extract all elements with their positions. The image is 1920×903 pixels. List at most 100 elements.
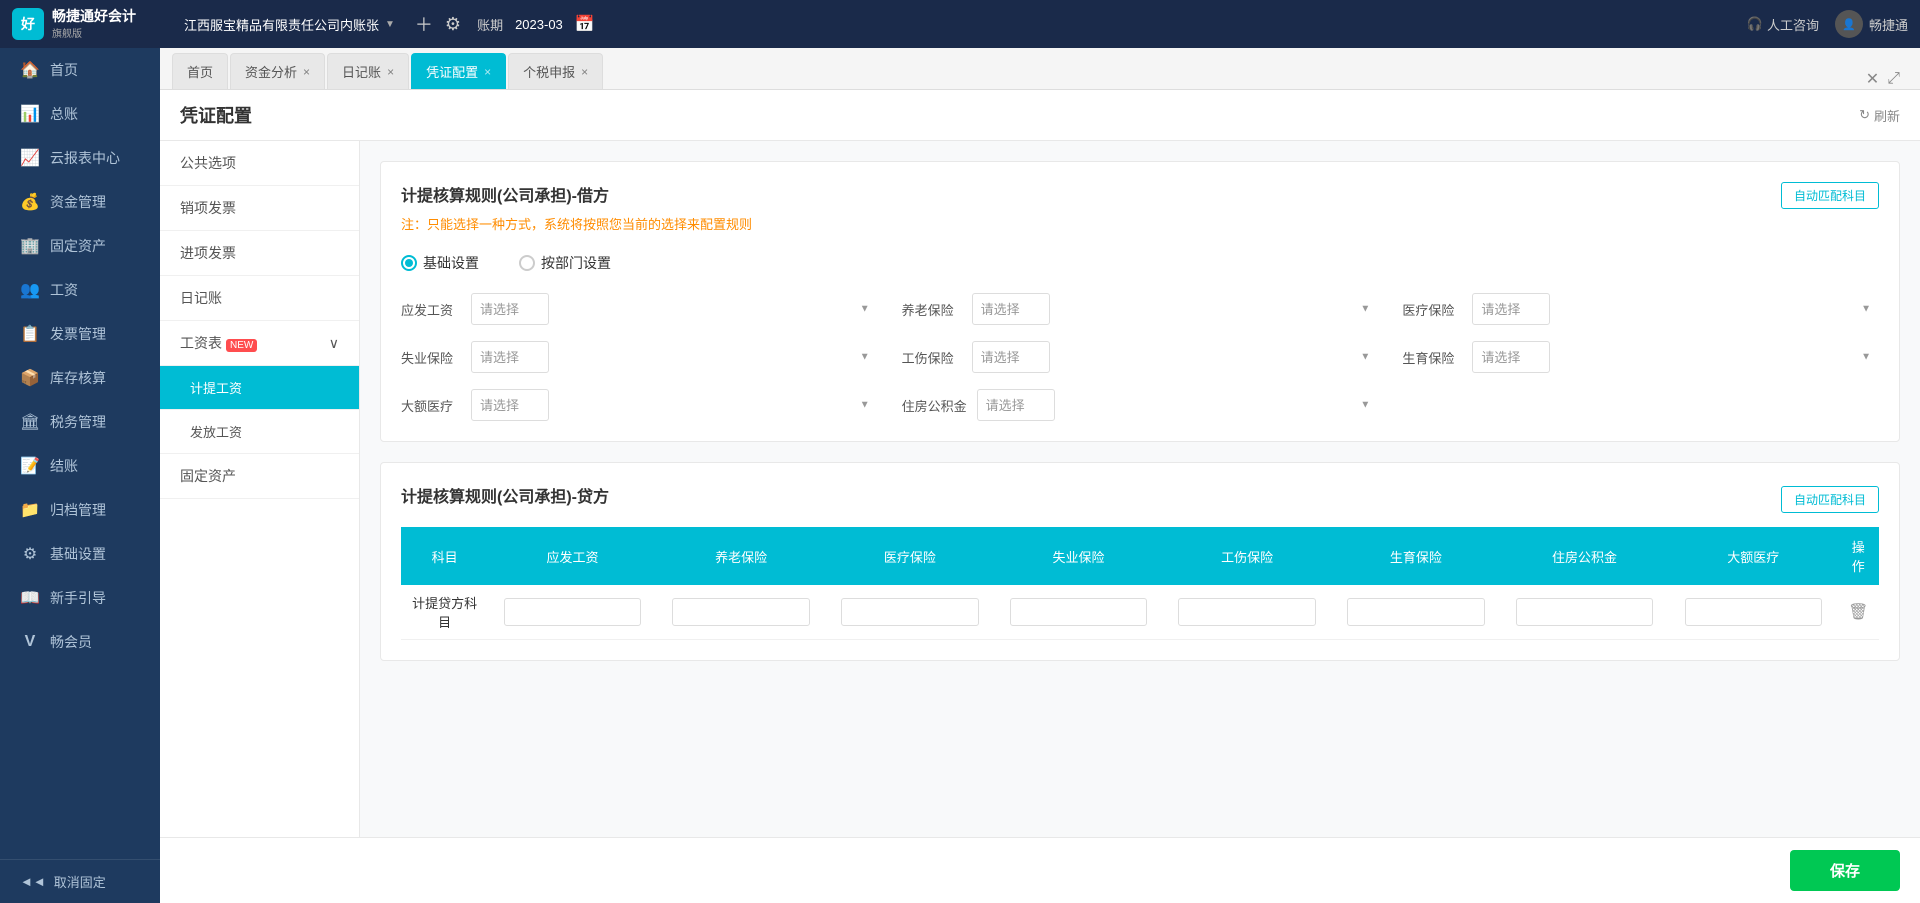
close-window-icon[interactable]: ✕	[1866, 69, 1879, 89]
select-maternity[interactable]: 请选择	[1472, 341, 1550, 373]
tax-icon: 🏛	[20, 412, 40, 432]
label-unemployment: 失业保险	[401, 348, 461, 367]
radio-basic-label: 基础设置	[423, 253, 479, 273]
label-medical: 医疗保险	[1402, 300, 1462, 319]
left-nav-public[interactable]: 公共选项	[160, 141, 359, 186]
input-large-medical[interactable]	[1685, 598, 1822, 626]
input-injury[interactable]	[1178, 598, 1315, 626]
company-chevron-icon: ▼	[385, 19, 395, 30]
td-action: 🗑	[1838, 585, 1879, 640]
sidebar-item-vip[interactable]: V 畅会员	[0, 620, 160, 664]
select-large-medical[interactable]: 请选择	[471, 389, 549, 421]
sidebar-label-reports: 云报表中心	[50, 148, 120, 168]
sidebar-item-closing[interactable]: 📝 结账	[0, 444, 160, 488]
select-housing-fund[interactable]: 请选择	[977, 389, 1055, 421]
user-area[interactable]: 👤 畅捷通	[1835, 10, 1908, 38]
tab-funds-analysis[interactable]: 资金分析 ×	[230, 53, 325, 89]
top-actions: ＋ ⚙	[415, 11, 461, 37]
sidebar-item-settings[interactable]: ⚙ 基础设置	[0, 532, 160, 576]
sidebar-item-guide[interactable]: 📖 新手引导	[0, 576, 160, 620]
left-nav-sales-invoice[interactable]: 销项发票	[160, 186, 359, 231]
left-nav-pay-salary[interactable]: 发放工资	[160, 410, 359, 454]
radio-basic[interactable]: 基础设置	[401, 253, 479, 273]
input-housing[interactable]	[1516, 598, 1653, 626]
salary-icon: 👥	[20, 280, 40, 300]
refresh-label: 刷新	[1874, 106, 1900, 125]
debit-section: 计提核算规则(公司承担)-借方 注：只能选择一种方式，系统将按照您当前的选择来配…	[380, 161, 1900, 442]
left-nav-accrue-salary[interactable]: 计提工资	[160, 366, 359, 410]
tab-journal-close-icon[interactable]: ×	[387, 65, 394, 79]
credit-auto-match-button[interactable]: 自动匹配科目	[1781, 486, 1879, 513]
sidebar-item-assets[interactable]: 🏢 固定资产	[0, 224, 160, 268]
main-layout: 🏠 首页 📊 总账 📈 云报表中心 💰 资金管理 🏢 固定资产 👥 工资 📋 发…	[0, 48, 1920, 903]
select-injury[interactable]: 请选择	[972, 341, 1050, 373]
credit-section-title: 计提核算规则(公司承担)-贷方	[401, 483, 609, 507]
sidebar-item-archive[interactable]: 📁 归档管理	[0, 488, 160, 532]
input-maternity[interactable]	[1347, 598, 1484, 626]
td-base-salary-val	[488, 585, 657, 640]
tab-journal[interactable]: 日记账 ×	[327, 53, 409, 89]
left-nav-payroll-table[interactable]: 工资表NEW ∨	[160, 321, 359, 366]
add-icon[interactable]: ＋	[415, 11, 433, 37]
left-nav-journal[interactable]: 日记账	[160, 276, 359, 321]
sidebar-item-inventory[interactable]: 📦 库存核算	[0, 356, 160, 400]
delete-row-icon[interactable]: 🗑	[1848, 604, 1868, 621]
select-unemployment[interactable]: 请选择	[471, 341, 549, 373]
tab-home[interactable]: 首页	[172, 53, 228, 89]
tab-tax-close-icon[interactable]: ×	[581, 65, 588, 79]
left-nav-fixed-assets[interactable]: 固定资产	[160, 454, 359, 499]
two-col-layout: 公共选项 销项发票 进项发票 日记账 工资表NEW ∨ 计提工资	[160, 141, 1920, 837]
ledger-icon: 📊	[20, 104, 40, 124]
cancel-fixed-label: 取消固定	[54, 872, 106, 891]
closing-icon: 📝	[20, 456, 40, 476]
sidebar-item-tax[interactable]: 🏛 税务管理	[0, 400, 160, 444]
tab-voucher-close-icon[interactable]: ×	[484, 65, 491, 79]
sidebar-label-settings: 基础设置	[50, 544, 106, 564]
input-medical[interactable]	[841, 598, 978, 626]
tab-funds-close-icon[interactable]: ×	[303, 65, 310, 79]
calendar-icon[interactable]: 📅	[575, 14, 595, 34]
service-label: 人工咨询	[1767, 15, 1819, 34]
sidebar-item-home[interactable]: 🏠 首页	[0, 48, 160, 92]
radio-department[interactable]: 按部门设置	[519, 253, 611, 273]
sidebar-item-reports[interactable]: 📈 云报表中心	[0, 136, 160, 180]
settings-icon[interactable]: ⚙	[445, 14, 461, 35]
radio-group: 基础设置 按部门设置	[401, 253, 1879, 273]
logo-sub: 旗舰版	[52, 25, 136, 40]
sidebar-item-invoices[interactable]: 📋 发票管理	[0, 312, 160, 356]
input-base-salary[interactable]	[504, 598, 641, 626]
tab-tax-report[interactable]: 个税申报 ×	[508, 53, 603, 89]
refresh-button[interactable]: ↻ 刷新	[1859, 106, 1900, 125]
select-maternity-chevron: ▼	[1861, 352, 1871, 363]
company-name: 江西服宝精品有限责任公司内账张	[184, 15, 379, 34]
form-item-base-salary: 应发工资 请选择 ▼	[401, 293, 878, 325]
table-row: 计提贷方科目 🗑	[401, 585, 1879, 640]
user-name: 畅捷通	[1869, 15, 1908, 34]
sidebar-label-closing: 结账	[50, 456, 78, 476]
td-row-label: 计提贷方科目	[401, 585, 488, 640]
company-selector[interactable]: 江西服宝精品有限责任公司内账张 ▼	[184, 15, 395, 34]
input-unemployment[interactable]	[1010, 598, 1147, 626]
table-header-row: 科目 应发工资 养老保险 医疗保险 失业保险 工伤保险 生育保险 住房公积金 大…	[401, 527, 1879, 585]
debit-auto-match-button[interactable]: 自动匹配科目	[1781, 182, 1879, 209]
cancel-fixed-button[interactable]: ◄◄ 取消固定	[0, 859, 160, 903]
sidebar-item-ledger[interactable]: 📊 总账	[0, 92, 160, 136]
sidebar-item-salary[interactable]: 👥 工资	[0, 268, 160, 312]
form-item-maternity: 生育保险 请选择 ▼	[1402, 341, 1879, 373]
sidebar-item-funds[interactable]: 💰 资金管理	[0, 180, 160, 224]
select-pension[interactable]: 请选择	[972, 293, 1050, 325]
sidebar-label-salary: 工资	[50, 280, 78, 300]
input-pension[interactable]	[672, 598, 809, 626]
form-item-large-medical: 大额医疗 请选择 ▼	[401, 389, 878, 421]
tab-voucher-config[interactable]: 凭证配置 ×	[411, 53, 506, 89]
select-medical-chevron: ▼	[1861, 304, 1871, 315]
select-base-salary[interactable]: 请选择	[471, 293, 549, 325]
select-medical[interactable]: 请选择	[1472, 293, 1550, 325]
save-button[interactable]: 保存	[1790, 850, 1900, 891]
vip-icon: V	[20, 633, 40, 651]
maximize-icon[interactable]: ⤢	[1887, 70, 1900, 88]
left-nav-purchase-invoice[interactable]: 进项发票	[160, 231, 359, 276]
service-button[interactable]: 🎧 人工咨询	[1747, 15, 1819, 34]
label-injury: 工伤保险	[902, 348, 962, 367]
debit-section-note: 注：只能选择一种方式，系统将按照您当前的选择来配置规则	[401, 214, 752, 233]
